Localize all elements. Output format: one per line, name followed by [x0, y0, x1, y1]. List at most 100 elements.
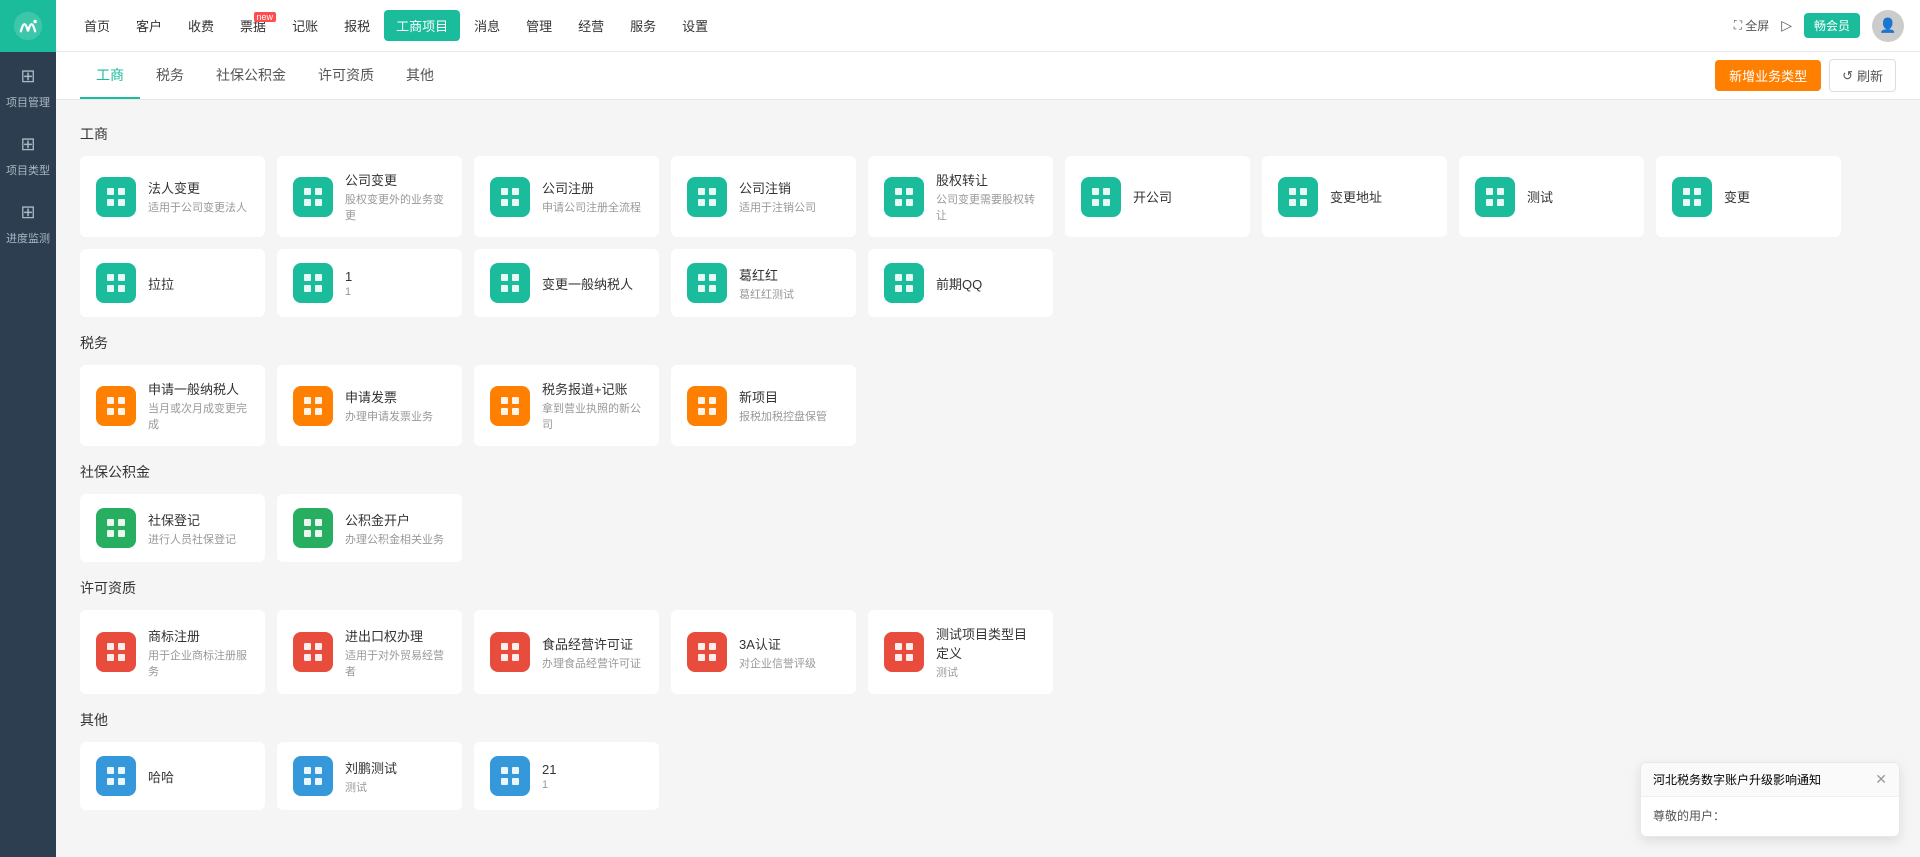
notification-header: 河北税务数字账户升级影响通知 ✕ [1641, 763, 1899, 797]
card-desc-fund-account: 办理公积金相关业务 [345, 531, 444, 547]
card-fund-account[interactable]: 公积金开户办理公积金相关业务 [277, 494, 462, 562]
card-lala[interactable]: 拉拉 [80, 249, 265, 317]
card-text-twentyone: 211 [542, 762, 556, 791]
card-icon-legal-change [96, 177, 136, 217]
card-name-test: 测试 [1527, 187, 1553, 206]
fullscreen-btn[interactable]: ⛶ 全屏 [1734, 17, 1769, 34]
nav-item-customer[interactable]: 客户 [124, 10, 174, 41]
card-desc-new-project: 报税加税控盘保管 [739, 408, 827, 424]
card-icon-fund-account [293, 508, 333, 548]
card-tax-report[interactable]: 税务报道+记账拿到营业执照的新公司 [474, 365, 659, 446]
card-company-register[interactable]: 公司注册申请公司注册全流程 [474, 156, 659, 237]
card-change-taxpayer[interactable]: 变更一般纳税人 [474, 249, 659, 317]
card-icon-food-permit [490, 632, 530, 672]
card-legal-change[interactable]: 法人变更适用于公司变更法人 [80, 156, 265, 237]
avatar[interactable]: 👤 [1872, 10, 1904, 42]
card-desc-apply-taxpayer: 当月或次月成变更完成 [148, 400, 249, 432]
card-apply-taxpayer[interactable]: 申请一般纳税人当月或次月成变更完成 [80, 365, 265, 446]
sub-header: 工商税务社保公积金许可资质其他 新增业务类型 ↺ 刷新 [56, 52, 1920, 100]
card-text-one: 11 [345, 269, 352, 298]
sub-tab-gongshang[interactable]: 工商 [80, 53, 140, 99]
vip-button[interactable]: 畅会员 [1804, 13, 1860, 38]
card-one[interactable]: 11 [277, 249, 462, 317]
cards-grid-xuke: 商标注册用于企业商标注册服务 进出口权办理适用于对外贸易经营者 食品经营许可证办… [80, 610, 1896, 694]
avatar-icon: 👤 [1879, 17, 1896, 34]
card-desc-social-register: 进行人员社保登记 [148, 531, 236, 547]
card-3a-cert[interactable]: 3A认证对企业信誉评级 [671, 610, 856, 694]
card-text-gehonghong: 葛红红葛红红测试 [739, 265, 794, 302]
nav-item-manage[interactable]: 管理 [514, 10, 564, 41]
card-equity-transfer[interactable]: 股权转让公司变更需要股权转让 [868, 156, 1053, 237]
card-text-haha: 哈哈 [148, 767, 174, 786]
nav-item-home[interactable]: 首页 [72, 10, 122, 41]
nav-item-settings[interactable]: 设置 [670, 10, 720, 41]
sidebar-item-project-type[interactable]: ⊞ 项目类型 [0, 120, 56, 188]
card-open-company[interactable]: 开公司 [1065, 156, 1250, 237]
card-food-permit[interactable]: 食品经营许可证办理食品经营许可证 [474, 610, 659, 694]
sidebar-item-project-mgmt[interactable]: ⊞ 项目管理 [0, 52, 56, 120]
card-name-lala: 拉拉 [148, 274, 174, 293]
nav-item-bizproject[interactable]: 工商项目 [384, 10, 460, 41]
card-name-legal-change: 法人变更 [148, 178, 247, 197]
card-company-change[interactable]: 公司变更股权变更外的业务变更 [277, 156, 462, 237]
card-text-fund-account: 公积金开户办理公积金相关业务 [345, 510, 444, 547]
card-apply-invoice[interactable]: 申请发票办理申请发票业务 [277, 365, 462, 446]
card-name-trademark: 商标注册 [148, 626, 249, 645]
card-desc-apply-invoice: 办理申请发票业务 [345, 408, 433, 424]
card-early-qq[interactable]: 前期QQ [868, 249, 1053, 317]
card-desc-equity-transfer: 公司变更需要股权转让 [936, 191, 1037, 223]
card-desc-tax-report: 拿到营业执照的新公司 [542, 400, 643, 432]
card-twentyone[interactable]: 211 [474, 742, 659, 810]
progress-monitor-icon: ⊞ [14, 198, 42, 226]
card-text-change-taxpayer: 变更一般纳税人 [542, 274, 633, 293]
notification-body: 尊敬的用户： [1641, 797, 1899, 836]
card-name-gehonghong: 葛红红 [739, 265, 794, 284]
nav-item-operation[interactable]: 经营 [566, 10, 616, 41]
sub-tabs: 工商税务社保公积金许可资质其他 [80, 53, 450, 98]
card-text-trademark: 商标注册用于企业商标注册服务 [148, 626, 249, 679]
page-content: 工商 法人变更适用于公司变更法人 公司变更股权变更外的业务变更 公司注册申请公司… [56, 100, 1920, 857]
nav-item-tax[interactable]: 报税 [332, 10, 382, 41]
nav-item-message[interactable]: 消息 [462, 10, 512, 41]
sub-tab-xuke[interactable]: 许可资质 [302, 53, 390, 99]
nav-item-service[interactable]: 服务 [618, 10, 668, 41]
card-text-legal-change: 法人变更适用于公司变更法人 [148, 178, 247, 215]
card-haha[interactable]: 哈哈 [80, 742, 265, 810]
card-name-tax-report: 税务报道+记账 [542, 379, 643, 398]
nav-item-invoice[interactable]: 票据new [228, 10, 278, 41]
sidebar-logo[interactable] [0, 0, 56, 52]
card-icon-company-cancel [687, 177, 727, 217]
card-name-company-cancel: 公司注销 [739, 178, 816, 197]
card-desc-company-change: 股权变更外的业务变更 [345, 191, 446, 223]
nav-item-billing[interactable]: 收费 [176, 10, 226, 41]
sub-tab-other[interactable]: 其他 [390, 53, 450, 99]
card-change-address[interactable]: 变更地址 [1262, 156, 1447, 237]
card-test[interactable]: 测试 [1459, 156, 1644, 237]
card-new-project[interactable]: 新项目报税加税控盘保管 [671, 365, 856, 446]
card-text-3a-cert: 3A认证对企业信誉评级 [739, 634, 816, 671]
card-text-lala: 拉拉 [148, 274, 174, 293]
notification-close-button[interactable]: ✕ [1875, 771, 1887, 788]
card-import-export[interactable]: 进出口权办理适用于对外贸易经营者 [277, 610, 462, 694]
add-business-type-button[interactable]: 新增业务类型 [1715, 60, 1821, 91]
card-company-cancel[interactable]: 公司注销适用于注销公司 [671, 156, 856, 237]
topnav: 首页客户收费票据new记账报税工商项目消息管理经营服务设置 ⛶ 全屏 ▷ 畅会员… [56, 0, 1920, 52]
card-text-food-permit: 食品经营许可证办理食品经营许可证 [542, 634, 641, 671]
sub-tab-shuiwu[interactable]: 税务 [140, 53, 200, 99]
card-icon-lala [96, 263, 136, 303]
card-social-register[interactable]: 社保登记进行人员社保登记 [80, 494, 265, 562]
cards-grid-other: 哈哈 刘鹏测试测试 211 [80, 742, 1896, 810]
project-mgmt-icon: ⊞ [14, 62, 42, 90]
card-change[interactable]: 变更 [1656, 156, 1841, 237]
card-desc-liupeng-test: 测试 [345, 779, 397, 795]
sidebar-item-progress-monitor[interactable]: ⊞ 进度监测 [0, 188, 56, 256]
card-icon-trademark [96, 632, 136, 672]
card-trademark[interactable]: 商标注册用于企业商标注册服务 [80, 610, 265, 694]
sub-tab-shebao[interactable]: 社保公积金 [200, 53, 302, 99]
card-liupeng-test[interactable]: 刘鹏测试测试 [277, 742, 462, 810]
card-test-type[interactable]: 测试项目类型目定义测试 [868, 610, 1053, 694]
nav-item-accounting[interactable]: 记账 [280, 10, 330, 41]
refresh-button[interactable]: ↺ 刷新 [1829, 59, 1896, 92]
cards-grid-gongshang: 法人变更适用于公司变更法人 公司变更股权变更外的业务变更 公司注册申请公司注册全… [80, 156, 1896, 317]
card-gehonghong[interactable]: 葛红红葛红红测试 [671, 249, 856, 317]
